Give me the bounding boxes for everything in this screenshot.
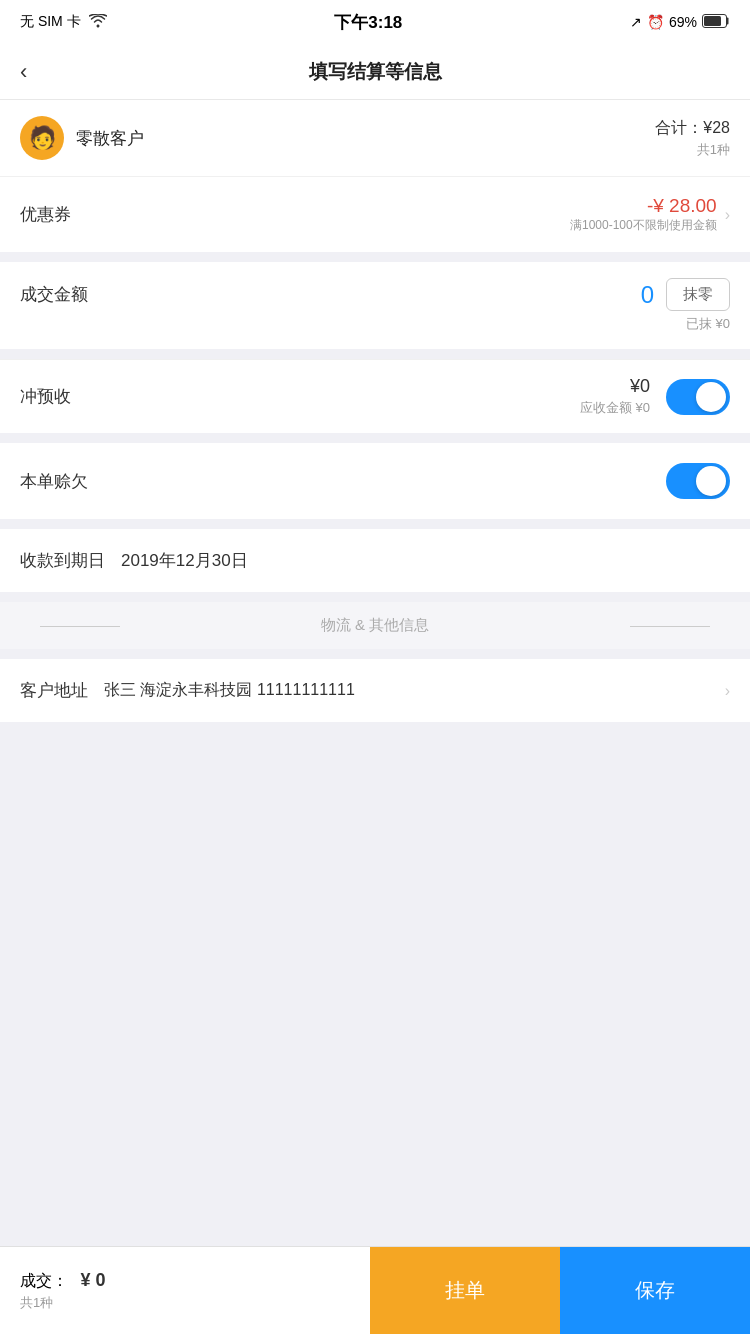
customer-left: 🧑 零散客户 [20,116,144,160]
coupon-right: -¥ 28.00 满1000-100不限制使用金额 › [570,195,730,234]
bottom-bar: 成交： ¥ 0 共1种 挂单 保存 [0,1246,750,1334]
debt-toggle[interactable] [666,463,730,499]
no-sim-text: 无 SIM 卡 [20,13,81,31]
toggle-knob [696,382,726,412]
due-date-value: 2019年12月30日 [121,549,248,572]
prereceive-amount: ¥0 [580,376,650,397]
customer-row: 🧑 零散客户 合计：¥28 共1种 [0,100,750,176]
debt-section: 本单赊欠 [0,443,750,519]
bottom-count: 共1种 [20,1294,350,1312]
customer-name: 零散客户 [76,127,144,150]
customer-section: 🧑 零散客户 合计：¥28 共1种 优惠券 -¥ 28.00 满1000-100… [0,100,750,252]
address-section[interactable]: 客户地址 张三 海淀永丰科技园 11111111111 › [0,659,750,722]
location-icon: ↗ [630,14,642,30]
prereceive-mid: ¥0 应收金额 ¥0 [580,376,650,417]
content: 🧑 零散客户 合计：¥28 共1种 优惠券 -¥ 28.00 满1000-100… [0,100,750,812]
transaction-section: 成交金额 0 抹零 已抹 ¥0 [0,262,750,349]
coupon-content: -¥ 28.00 满1000-100不限制使用金额 [570,195,717,234]
bottom-deal-row: 成交： ¥ 0 [20,1270,350,1292]
status-bar: 无 SIM 卡 下午3:18 ↗ ⏰ 69% [0,0,750,44]
coupon-discount: -¥ 28.00 [570,195,717,217]
coupon-desc: 满1000-100不限制使用金额 [570,217,717,234]
hang-button[interactable]: 挂单 [370,1247,560,1335]
prereceive-row: 冲预收 ¥0 应收金额 ¥0 [0,359,750,433]
due-date-row: 收款到期日 2019年12月30日 [20,549,730,572]
bottom-deal-amount: ¥ 0 [80,1270,105,1290]
customer-right: 合计：¥28 共1种 [655,118,730,159]
total-amount: 合计：¥28 [655,118,730,139]
transaction-amount: 0 [641,281,654,309]
battery-text: 69% [669,14,697,30]
avatar-icon: 🧑 [29,125,56,151]
receivable-amount: 应收金额 ¥0 [580,399,650,417]
svg-rect-1 [704,16,721,26]
bottom-info: 成交： ¥ 0 共1种 [0,1270,370,1312]
status-time: 下午3:18 [334,11,402,34]
transaction-right: 0 抹零 [641,278,730,311]
nav-bar: ‹ 填写结算等信息 [0,44,750,100]
alarm-icon: ⏰ [647,14,664,30]
transaction-row: 成交金额 0 抹零 [20,278,730,311]
already-rounded-text: 已抹 ¥0 [20,315,730,333]
address-label: 客户地址 [20,679,88,702]
address-chevron-icon: › [725,682,730,700]
back-button[interactable]: ‹ [20,59,27,85]
nav-title: 填写结算等信息 [309,59,442,85]
customer-avatar: 🧑 [20,116,64,160]
due-date-label: 收款到期日 [20,549,105,572]
logistics-divider: 物流 & 其他信息 [0,602,750,649]
debt-toggle-knob [696,466,726,496]
round-button[interactable]: 抹零 [666,278,730,311]
save-button[interactable]: 保存 [560,1247,750,1335]
coupon-label: 优惠券 [20,203,71,226]
battery-icon [702,14,730,31]
prereceive-label: 冲预收 [20,385,71,408]
total-count: 共1种 [655,141,730,159]
logistics-label: 物流 & 其他信息 [321,616,429,633]
coupon-chevron-icon: › [725,206,730,224]
address-value: 张三 海淀永丰科技园 11111111111 [104,680,725,701]
prereceive-toggle[interactable] [666,379,730,415]
status-right: ↗ ⏰ 69% [630,14,730,31]
debt-label: 本单赊欠 [20,470,88,493]
bottom-deal-label: 成交： [20,1272,68,1289]
due-date-section: 收款到期日 2019年12月30日 [0,529,750,592]
status-left: 无 SIM 卡 [20,13,107,31]
prereceive-section: 冲预收 ¥0 应收金额 ¥0 [0,359,750,433]
transaction-label: 成交金额 [20,283,88,306]
coupon-row[interactable]: 优惠券 -¥ 28.00 满1000-100不限制使用金额 › [0,176,750,252]
wifi-icon [89,14,107,31]
